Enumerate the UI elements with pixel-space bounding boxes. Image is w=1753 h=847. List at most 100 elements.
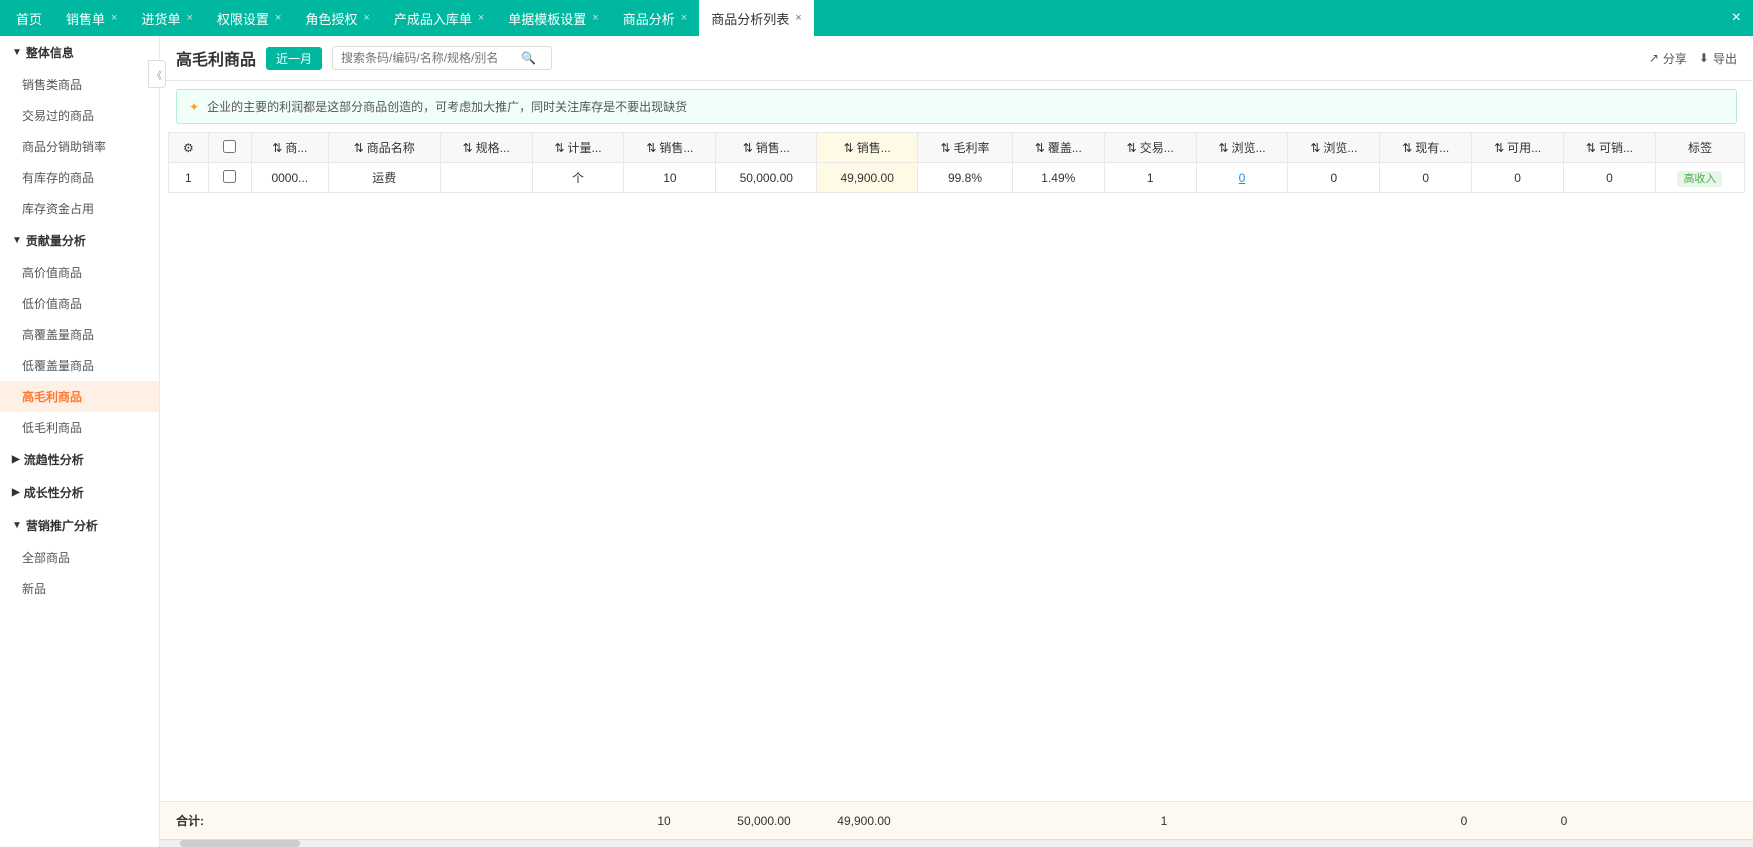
footer-current-stock: 0 bbox=[1424, 814, 1504, 828]
sidebar-item-high-margin[interactable]: 高毛利商品 bbox=[0, 381, 159, 412]
close-product-analysis-list[interactable]: × bbox=[795, 12, 801, 24]
nav-purchase-order[interactable]: 进货单 × bbox=[129, 0, 204, 36]
col-spec[interactable]: ⇅ 规格... bbox=[440, 133, 532, 163]
col-tag: 标签 bbox=[1655, 133, 1744, 163]
col-saleable[interactable]: ⇅ 可销... bbox=[1564, 133, 1656, 163]
close-sales-order[interactable]: × bbox=[111, 12, 117, 24]
nav-home[interactable]: 首页 bbox=[4, 0, 54, 36]
tip-text: 企业的主要的利润都是这部分商品创造的，可考虑加大推广，同时关注库存是不要出现缺货 bbox=[207, 98, 687, 115]
cell-checkbox bbox=[208, 163, 251, 193]
sidebar-item-high-coverage[interactable]: 高覆盖量商品 bbox=[0, 319, 159, 350]
table-container: ⚙ ⇅ 商... bbox=[160, 132, 1753, 801]
cell-transaction: 1 bbox=[1104, 163, 1196, 193]
nav-roles[interactable]: 角色授权 × bbox=[293, 0, 381, 36]
col-browse2[interactable]: ⇅ 浏览... bbox=[1288, 133, 1380, 163]
sidebar-item-low-coverage[interactable]: 低覆盖量商品 bbox=[0, 350, 159, 381]
nav-permissions[interactable]: 权限设置 × bbox=[205, 0, 293, 36]
sidebar-item-distribution-rate[interactable]: 商品分销助销率 bbox=[0, 131, 159, 162]
nav-sales-order[interactable]: 销售单 × bbox=[54, 0, 129, 36]
col-code[interactable]: ⇅ 商... bbox=[251, 133, 328, 163]
col-sales-profit[interactable]: ⇅ 销售... bbox=[817, 133, 918, 163]
sidebar-item-low-margin[interactable]: 低毛利商品 bbox=[0, 412, 159, 443]
tip-bar: ✦ 企业的主要的利润都是这部分商品创造的，可考虑加大推广，同时关注库存是不要出现… bbox=[176, 89, 1737, 124]
cell-current-stock: 0 bbox=[1380, 163, 1472, 193]
search-icon[interactable]: 🔍 bbox=[521, 51, 536, 65]
data-table: ⚙ ⇅ 商... bbox=[168, 132, 1745, 193]
nav-product-analysis[interactable]: 商品分析 × bbox=[611, 0, 699, 36]
time-filter-button[interactable]: 近一月 bbox=[266, 47, 322, 70]
cell-browse2: 0 bbox=[1288, 163, 1380, 193]
sidebar-toggle-button[interactable]: 《 bbox=[148, 60, 166, 88]
col-unit[interactable]: ⇅ 计量... bbox=[532, 133, 624, 163]
sidebar-item-all-goods[interactable]: 全部商品 bbox=[0, 542, 159, 573]
col-transaction[interactable]: ⇅ 交易... bbox=[1104, 133, 1196, 163]
export-button[interactable]: ⬇ 导出 bbox=[1699, 50, 1737, 67]
export-icon: ⬇ bbox=[1699, 51, 1709, 65]
search-input[interactable] bbox=[341, 51, 521, 65]
col-browse1[interactable]: ⇅ 浏览... bbox=[1196, 133, 1288, 163]
col-sales-qty[interactable]: ⇅ 销售... bbox=[624, 133, 716, 163]
close-purchase-order[interactable]: × bbox=[186, 12, 192, 24]
nav-template-settings[interactable]: 单据模板设置 × bbox=[496, 0, 610, 36]
settings-icon[interactable]: ⚙ bbox=[183, 141, 194, 155]
sidebar-item-traded-goods[interactable]: 交易过的商品 bbox=[0, 100, 159, 131]
col-available[interactable]: ⇅ 可用... bbox=[1472, 133, 1564, 163]
content-header: 高毛利商品 近一月 🔍 ↗ 分享 ⬇ 导出 bbox=[160, 36, 1753, 81]
search-box: 🔍 bbox=[332, 46, 552, 70]
sidebar-item-stock-capital[interactable]: 库存资金占用 bbox=[0, 193, 159, 224]
header-actions: ↗ 分享 ⬇ 导出 bbox=[1649, 50, 1737, 67]
sidebar-item-high-value[interactable]: 高价值商品 bbox=[0, 257, 159, 288]
cell-coverage: 1.49% bbox=[1012, 163, 1104, 193]
close-finished-goods[interactable]: × bbox=[478, 12, 484, 24]
col-gross-margin[interactable]: ⇅ 毛利率 bbox=[918, 133, 1013, 163]
footer-sales-profit: 49,900.00 bbox=[824, 814, 904, 828]
cell-sales-qty: 10 bbox=[624, 163, 716, 193]
col-name[interactable]: ⇅ 商品名称 bbox=[328, 133, 440, 163]
cell-spec bbox=[440, 163, 532, 193]
horizontal-scrollbar[interactable] bbox=[160, 839, 1753, 847]
high-income-badge: 高收入 bbox=[1677, 171, 1722, 187]
sidebar-group-trend[interactable]: ▶ 流趋性分析 bbox=[0, 443, 159, 476]
growth-arrow-icon: ▶ bbox=[12, 487, 20, 498]
share-icon: ↗ bbox=[1649, 51, 1659, 65]
cell-tag: 高收入 bbox=[1655, 163, 1744, 193]
overview-arrow-icon: ▼ bbox=[12, 47, 22, 58]
sidebar-item-stocked-goods[interactable]: 有库存的商品 bbox=[0, 162, 159, 193]
trend-arrow-icon: ▶ bbox=[12, 454, 20, 465]
sidebar-item-new-products[interactable]: 新品 bbox=[0, 573, 159, 604]
nav-finished-goods[interactable]: 产成品入库单 × bbox=[382, 0, 496, 36]
table-row: 1 0000... 运费 个 10 50,000.00 49,900.00 99… bbox=[169, 163, 1745, 193]
cell-saleable: 0 bbox=[1564, 163, 1656, 193]
cell-code: 0000... bbox=[251, 163, 328, 193]
page-title: 高毛利商品 bbox=[176, 46, 256, 70]
sidebar-item-low-value[interactable]: 低价值商品 bbox=[0, 288, 159, 319]
sidebar-item-sales-goods[interactable]: 销售类商品 bbox=[0, 69, 159, 100]
close-all-button[interactable]: × bbox=[1732, 9, 1749, 27]
col-sales-amount[interactable]: ⇅ 销售... bbox=[716, 133, 817, 163]
sidebar-group-growth[interactable]: ▶ 成长性分析 bbox=[0, 476, 159, 509]
cell-name: 运费 bbox=[328, 163, 440, 193]
contribution-arrow-icon: ▼ bbox=[12, 235, 22, 246]
sidebar-group-marketing[interactable]: ▼ 营销推广分析 bbox=[0, 509, 159, 542]
scroll-thumb[interactable] bbox=[180, 840, 300, 847]
select-all-checkbox[interactable] bbox=[223, 140, 236, 153]
footer-label: 合计: bbox=[176, 812, 204, 829]
col-coverage[interactable]: ⇅ 覆盖... bbox=[1012, 133, 1104, 163]
cell-sales-profit: 49,900.00 bbox=[817, 163, 918, 193]
sidebar-group-overview[interactable]: ▼ 整体信息 bbox=[0, 36, 159, 69]
close-template-settings[interactable]: × bbox=[592, 12, 598, 24]
share-button[interactable]: ↗ 分享 bbox=[1649, 50, 1687, 67]
table-header-row: ⚙ ⇅ 商... bbox=[169, 133, 1745, 163]
row-checkbox[interactable] bbox=[223, 170, 236, 183]
cell-unit: 个 bbox=[532, 163, 624, 193]
footer-available: 0 bbox=[1524, 814, 1604, 828]
nav-product-analysis-list[interactable]: 商品分析列表 × bbox=[699, 0, 813, 36]
close-permissions[interactable]: × bbox=[275, 12, 281, 24]
close-product-analysis[interactable]: × bbox=[681, 12, 687, 24]
sidebar-group-contribution[interactable]: ▼ 贡献量分析 bbox=[0, 224, 159, 257]
cell-browse1[interactable]: 0 bbox=[1196, 163, 1288, 193]
col-checkbox bbox=[208, 133, 251, 163]
close-roles[interactable]: × bbox=[363, 12, 369, 24]
col-current-stock[interactable]: ⇅ 现有... bbox=[1380, 133, 1472, 163]
col-index: ⚙ bbox=[169, 133, 209, 163]
